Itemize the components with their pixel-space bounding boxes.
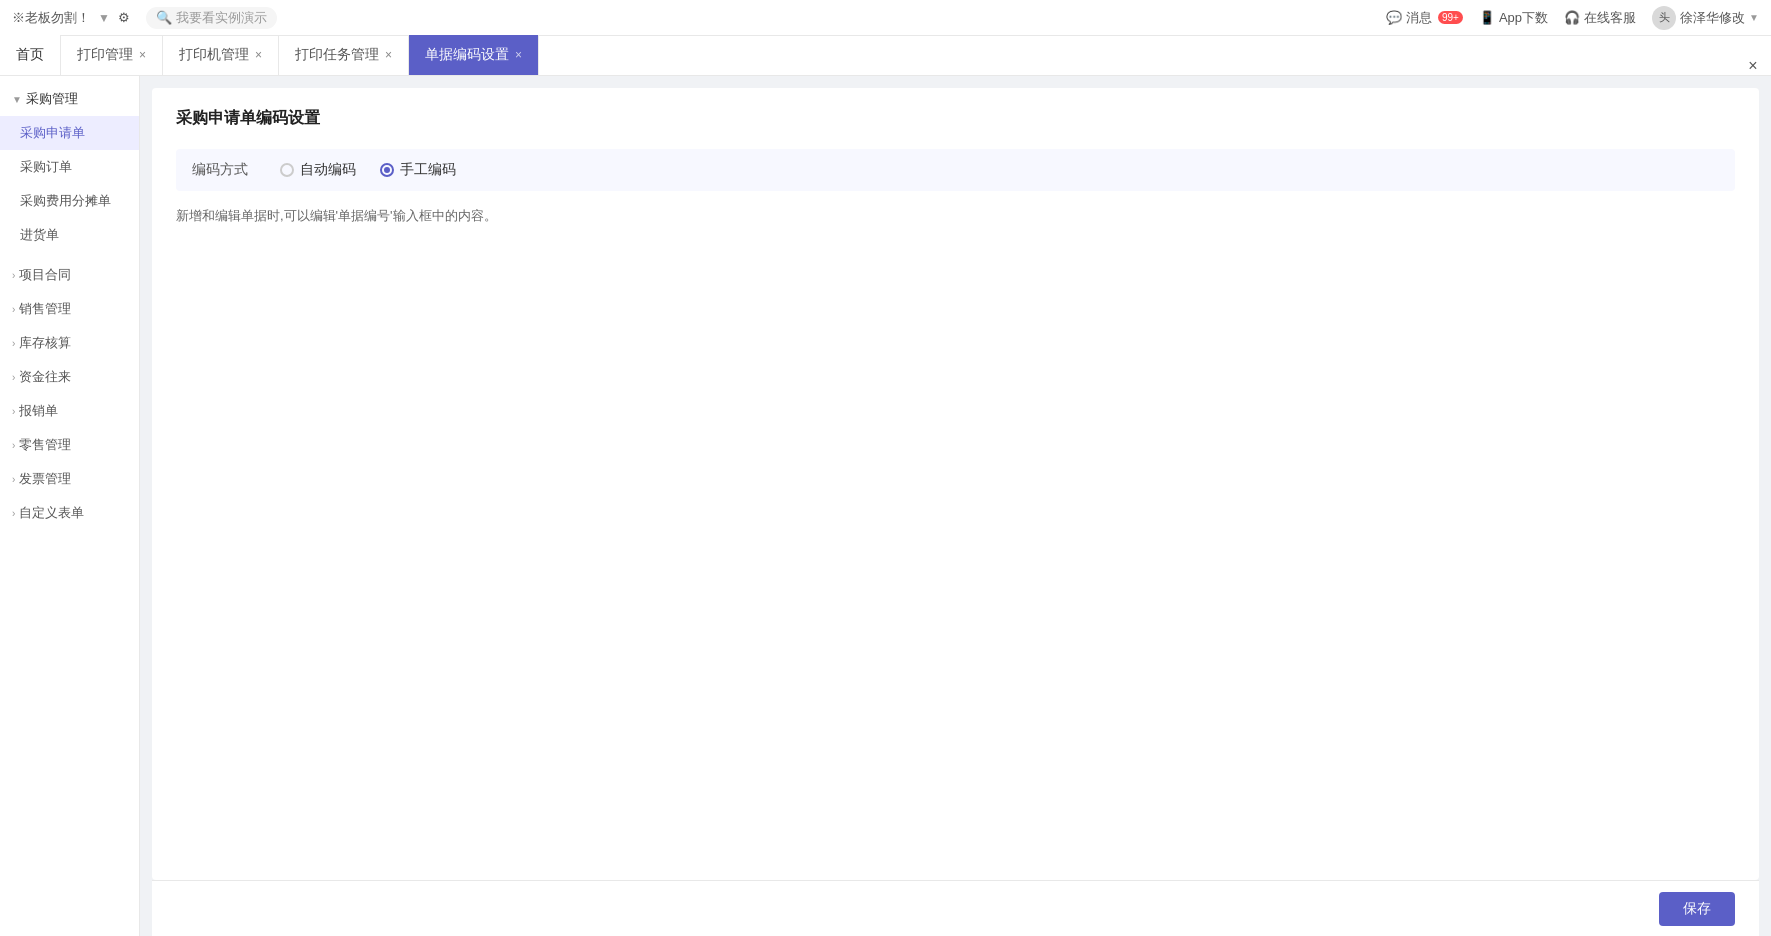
sidebar-item-project-contract[interactable]: › 项目合同 xyxy=(0,258,139,292)
auto-coding-radio-circle xyxy=(280,163,294,177)
sidebar-item-purchase-request[interactable]: 采购申请单 xyxy=(0,116,139,150)
message-badge: 99+ xyxy=(1438,11,1463,24)
tab-print-mgmt-label: 打印管理 xyxy=(77,46,133,64)
app-download-button[interactable]: 📱 App下数 xyxy=(1479,9,1548,27)
tab-print-mgmt-close[interactable]: × xyxy=(139,48,146,62)
sidebar-item-invoice-mgmt[interactable]: › 发票管理 xyxy=(0,462,139,496)
hint-text: 新增和编辑单据时,可以编辑'单据编号'输入框中的内容。 xyxy=(176,207,1735,225)
chevron-right-icon: › xyxy=(12,440,15,451)
chevron-right-icon: › xyxy=(12,304,15,315)
app-download-icon: 📱 xyxy=(1479,10,1495,25)
auto-coding-radio[interactable]: 自动编码 xyxy=(280,161,356,179)
tab-single-barcode-settings[interactable]: 单据编码设置 × xyxy=(409,35,539,75)
save-button[interactable]: 保存 xyxy=(1659,892,1735,926)
tab-print-task-mgmt-label: 打印任务管理 xyxy=(295,46,379,64)
tab-single-barcode-settings-label: 单据编码设置 xyxy=(425,46,509,64)
tab-bar: 首页 打印管理 × 打印机管理 × 打印任务管理 × 单据编码设置 × × xyxy=(0,36,1771,76)
online-service-label: 在线客服 xyxy=(1584,9,1636,27)
content-area: 采购申请单编码设置 编码方式 自动编码 手工编码 新增和编辑单据时,可以编辑'单… xyxy=(140,76,1771,936)
chevron-right-icon: › xyxy=(12,338,15,349)
sidebar-item-purchase-order[interactable]: 采购订单 xyxy=(0,150,139,184)
manual-coding-label: 手工编码 xyxy=(400,161,456,179)
tab-home[interactable]: 首页 xyxy=(0,35,61,75)
sidebar-item-sales-return[interactable]: › 报销单 xyxy=(0,394,139,428)
sidebar-item-sales-mgmt[interactable]: › 销售管理 xyxy=(0,292,139,326)
sidebar-item-custom-forms[interactable]: › 自定义表单 xyxy=(0,496,139,530)
tab-printer-mgmt-label: 打印机管理 xyxy=(179,46,249,64)
sidebar-item-stock-in[interactable]: 进货单 xyxy=(0,218,139,252)
page-title: 采购申请单编码设置 xyxy=(176,108,1735,129)
chevron-right-icon: › xyxy=(12,508,15,519)
chevron-right-icon: › xyxy=(12,474,15,485)
tab-print-task-mgmt-close[interactable]: × xyxy=(385,48,392,62)
manual-coding-radio-circle xyxy=(380,163,394,177)
chevron-down-icon: ▼ xyxy=(98,11,110,25)
chevron-right-icon: › xyxy=(12,406,15,417)
chevron-down-icon: ▼ xyxy=(12,94,22,105)
chevron-right-icon: › xyxy=(12,270,15,281)
chevron-down-icon: ▼ xyxy=(1749,12,1759,23)
user-profile-button[interactable]: 头 徐泽华修改 ▼ xyxy=(1652,6,1759,30)
sidebar-item-fund-transactions[interactable]: › 资金往来 xyxy=(0,360,139,394)
tab-printer-mgmt-close[interactable]: × xyxy=(255,48,262,62)
username-label: 徐泽华修改 xyxy=(1680,9,1745,27)
tab-printer-mgmt[interactable]: 打印机管理 × xyxy=(163,35,279,75)
top-bar: ※老板勿割！ ▼ ⚙ 🔍 我要看实例演示 💬 消息 99+ 📱 App下数 🎧 … xyxy=(0,0,1771,36)
sidebar-item-purchase-expense[interactable]: 采购费用分摊单 xyxy=(0,184,139,218)
sidebar: ▼ 采购管理 采购申请单 采购订单 采购费用分摊单 进货单 › 项目合同 › 销… xyxy=(0,76,140,936)
tab-home-label: 首页 xyxy=(16,46,44,64)
manual-coding-radio[interactable]: 手工编码 xyxy=(380,161,456,179)
top-bar-right: 💬 消息 99+ 📱 App下数 🎧 在线客服 头 徐泽华修改 ▼ xyxy=(1386,6,1759,30)
gear-icon[interactable]: ⚙ xyxy=(118,10,130,25)
tab-print-task-mgmt[interactable]: 打印任务管理 × xyxy=(279,35,409,75)
message-label: 消息 xyxy=(1406,9,1432,27)
sidebar-group-purchase-mgmt: ▼ 采购管理 采购申请单 采购订单 采购费用分摊单 进货单 xyxy=(0,76,139,258)
auto-coding-label: 自动编码 xyxy=(300,161,356,179)
search-icon: 🔍 xyxy=(156,10,172,25)
top-bar-left: ※老板勿割！ ▼ ⚙ 🔍 我要看实例演示 xyxy=(12,7,277,29)
coding-method-row: 编码方式 自动编码 手工编码 xyxy=(176,149,1735,191)
chevron-right-icon: › xyxy=(12,372,15,383)
top-bar-alert-text: ※老板勿割！ xyxy=(12,9,90,27)
search-bar[interactable]: 🔍 我要看实例演示 xyxy=(146,7,277,29)
app-download-label: App下数 xyxy=(1499,9,1548,27)
content-inner: 采购申请单编码设置 编码方式 自动编码 手工编码 新增和编辑单据时,可以编辑'单… xyxy=(152,88,1759,880)
online-service-button[interactable]: 🎧 在线客服 xyxy=(1564,9,1636,27)
message-button[interactable]: 💬 消息 99+ xyxy=(1386,9,1463,27)
avatar: 头 xyxy=(1652,6,1676,30)
sidebar-group-header-purchase-mgmt[interactable]: ▼ 采购管理 xyxy=(0,82,139,116)
headset-icon: 🎧 xyxy=(1564,10,1580,25)
main-layout: ▼ 采购管理 采购申请单 采购订单 采购费用分摊单 进货单 › 项目合同 › 销… xyxy=(0,76,1771,936)
tab-single-barcode-settings-close[interactable]: × xyxy=(515,48,522,62)
search-placeholder-text: 我要看实例演示 xyxy=(176,9,267,27)
sidebar-item-retail-mgmt[interactable]: › 零售管理 xyxy=(0,428,139,462)
message-icon: 💬 xyxy=(1386,10,1402,25)
tab-print-mgmt[interactable]: 打印管理 × xyxy=(61,35,163,75)
sidebar-group-label-purchase-mgmt: 采购管理 xyxy=(26,90,78,108)
tab-close-right-icon[interactable]: × xyxy=(1748,57,1757,75)
coding-method-label: 编码方式 xyxy=(192,161,248,179)
sidebar-item-inventory-settlement[interactable]: › 库存核算 xyxy=(0,326,139,360)
bottom-bar: 保存 xyxy=(152,880,1759,936)
